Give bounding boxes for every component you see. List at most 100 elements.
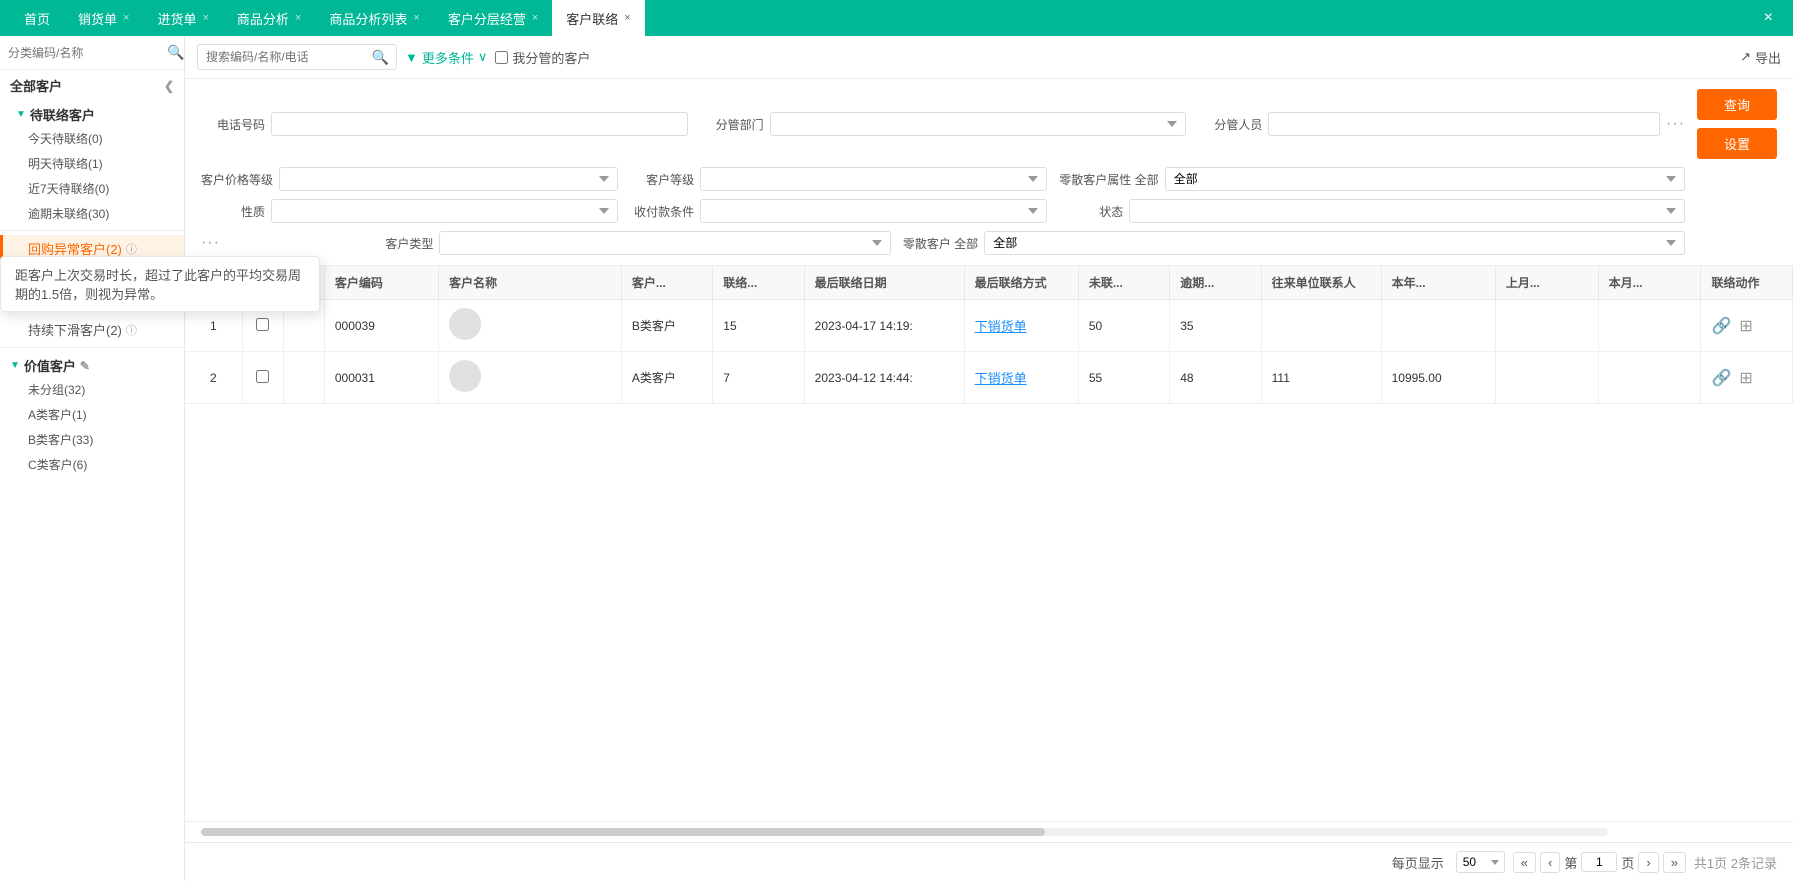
nav-product-analysis[interactable]: 商品分析 × [223,0,315,36]
filter-nature-select[interactable] [271,199,618,223]
row2-thismonth [1598,352,1701,404]
row2-thisyear: 10995.00 [1381,352,1495,404]
scroll-thumb[interactable] [201,828,1045,836]
page-prev-button[interactable]: ‹ [1540,852,1560,873]
nav-product-analysis-close[interactable]: × [295,12,301,24]
per-page-select[interactable]: 50 20 100 [1456,851,1505,873]
row1-lastway[interactable]: 下销货单 [964,300,1078,352]
row1-unitcontact [1261,300,1381,352]
th-thisyear: 本年... [1381,266,1495,300]
filter-dept: 分管部门 [700,112,1187,136]
th-class: 客户... [621,266,712,300]
filter-price-select[interactable] [279,167,618,191]
search-wrapper: 🔍 [197,44,397,70]
filter-icon: ▼ [405,50,418,65]
sidebar-item-7days[interactable]: 近7天待联络(0) [0,176,184,201]
filter-customer-type: 客户类型 [369,231,890,255]
filter-row4-dots[interactable]: ··· [201,234,220,252]
nav-sales[interactable]: 销货单 × [64,0,143,36]
sidebar-search-icon: 🔍 [167,44,184,61]
main-search-input[interactable] [197,44,397,70]
row2-lastdate: 2023-04-12 14:44: [804,352,964,404]
main-search-icon[interactable]: 🔍 [372,49,389,66]
horizontal-scroll-area [185,821,1793,842]
filter-clevel-wrap [700,167,1047,191]
filter-payment-label: 收付款条件 [630,203,694,220]
filter-manager-input[interactable] [1268,112,1660,136]
filter-status-select[interactable] [1129,199,1685,223]
row2-overdue: 48 [1170,352,1261,404]
sidebar-search-input[interactable] [8,46,163,60]
nav-purchase[interactable]: 进货单 × [143,0,222,36]
row1-checkbox[interactable] [256,318,269,331]
nav-customer-contact[interactable]: 客户联络 × [552,0,644,36]
nav-product-list[interactable]: 商品分析列表 × [315,0,433,36]
row1-grid-icon[interactable]: ⊞ [1739,316,1752,336]
sidebar-item-ungroup[interactable]: 未分组(32) [0,377,184,402]
th-lastmonth: 上月... [1495,266,1598,300]
sidebar-item-today[interactable]: 今天待联络(0) [0,126,184,151]
filter-retail-select[interactable]: 全部 [984,231,1685,255]
row1-lastmonth [1495,300,1598,352]
filter-retail-attr-label: 零散客户属性 全部 [1059,171,1158,188]
row2-avatar [449,360,481,392]
filter-payment: 收付款条件 [630,199,1047,223]
sidebar-group2-edit-icon[interactable]: ✎ [80,359,90,373]
set-button[interactable]: 设置 [1697,128,1777,159]
query-button[interactable]: 查询 [1697,89,1777,120]
nav-sales-close[interactable]: × [123,12,129,24]
row2-lastway[interactable]: 下销货单 [964,352,1078,404]
page-number-input[interactable] [1581,852,1617,872]
sidebar-item-a-class[interactable]: A类客户(1) [0,402,184,427]
filter-clevel-select[interactable] [700,167,1047,191]
export-icon: ↗ [1740,49,1751,65]
nav-customer-contact-close[interactable]: × [624,12,630,24]
row2-grid-icon[interactable]: ⊞ [1739,368,1752,388]
row2-checkbox[interactable] [256,370,269,383]
filter-price-wrap [279,167,618,191]
filter-ctype-select[interactable] [439,231,890,255]
row1-action: 🔗 ⊞ [1701,300,1793,352]
nav-product-list-close[interactable]: × [413,12,419,24]
row1-lastdate: 2023-04-17 14:19: [804,300,964,352]
page-of-label: 页 [1621,853,1634,872]
row2-name [439,352,622,404]
sidebar-group-value[interactable]: ▼ 价值客户 ✎ [0,352,184,377]
sidebar-item-overdue[interactable]: 逾期未联络(30) [0,201,184,226]
filter-retail-attr-select[interactable]: 全部 [1165,167,1685,191]
window-close-button[interactable]: × [1754,9,1783,27]
filter-retail-attr: 零散客户属性 全部 全部 [1059,167,1685,191]
row2-code: 000031 [324,352,438,404]
filter-status: 状态 [1059,199,1685,223]
filter-row-2: 客户价格等级 客户等级 零散客户属性 全部 全部 [201,167,1777,191]
page-last-button[interactable]: » [1663,852,1686,873]
filter-payment-select[interactable] [700,199,1047,223]
page-first-button[interactable]: « [1513,852,1536,873]
filter-manager-label: 分管人员 [1198,116,1262,133]
filter-payment-wrap [700,199,1047,223]
more-conditions-button[interactable]: ▼ 更多条件 ∨ [405,48,487,67]
filter-manager-dots[interactable]: ··· [1666,115,1685,133]
sidebar-all-customers[interactable]: 全部客户 ❮ [0,70,184,101]
my-customers-checkbox[interactable] [495,51,508,64]
filter-dept-select[interactable] [770,112,1187,136]
page-next-button[interactable]: › [1638,852,1658,873]
sidebar-item-b-class[interactable]: B类客户(33) [0,427,184,452]
sidebar-divider-2 [0,347,184,348]
filter-phone-input[interactable] [271,112,688,136]
row2-link-icon[interactable]: 🔗 [1711,368,1731,388]
filter-bar: 🔍 ▼ 更多条件 ∨ 我分管的客户 ↗ 导出 [185,36,1793,79]
sidebar-item-declining[interactable]: 持续下滑客户(2) ⓘ [0,316,184,343]
sidebar-group-pending[interactable]: ▼ 待联络客户 [0,101,184,126]
scroll-track [201,828,1608,836]
row1-link-icon[interactable]: 🔗 [1711,316,1731,336]
filter-row-1: 电话号码 分管部门 分管人员 ··· 查询 [201,89,1777,159]
nav-home[interactable]: 首页 [10,0,64,36]
nav-customer-tier[interactable]: 客户分层经营 × [434,0,552,36]
sidebar-item-c-class[interactable]: C类客户(6) [0,452,184,477]
export-button[interactable]: ↗ 导出 [1740,48,1781,67]
nav-customer-tier-close[interactable]: × [532,12,538,24]
sidebar-item-tomorrow[interactable]: 明天待联络(1) [0,151,184,176]
filter-retail-customer: 零散客户 全部 全部 [903,231,1685,255]
nav-purchase-close[interactable]: × [202,12,208,24]
